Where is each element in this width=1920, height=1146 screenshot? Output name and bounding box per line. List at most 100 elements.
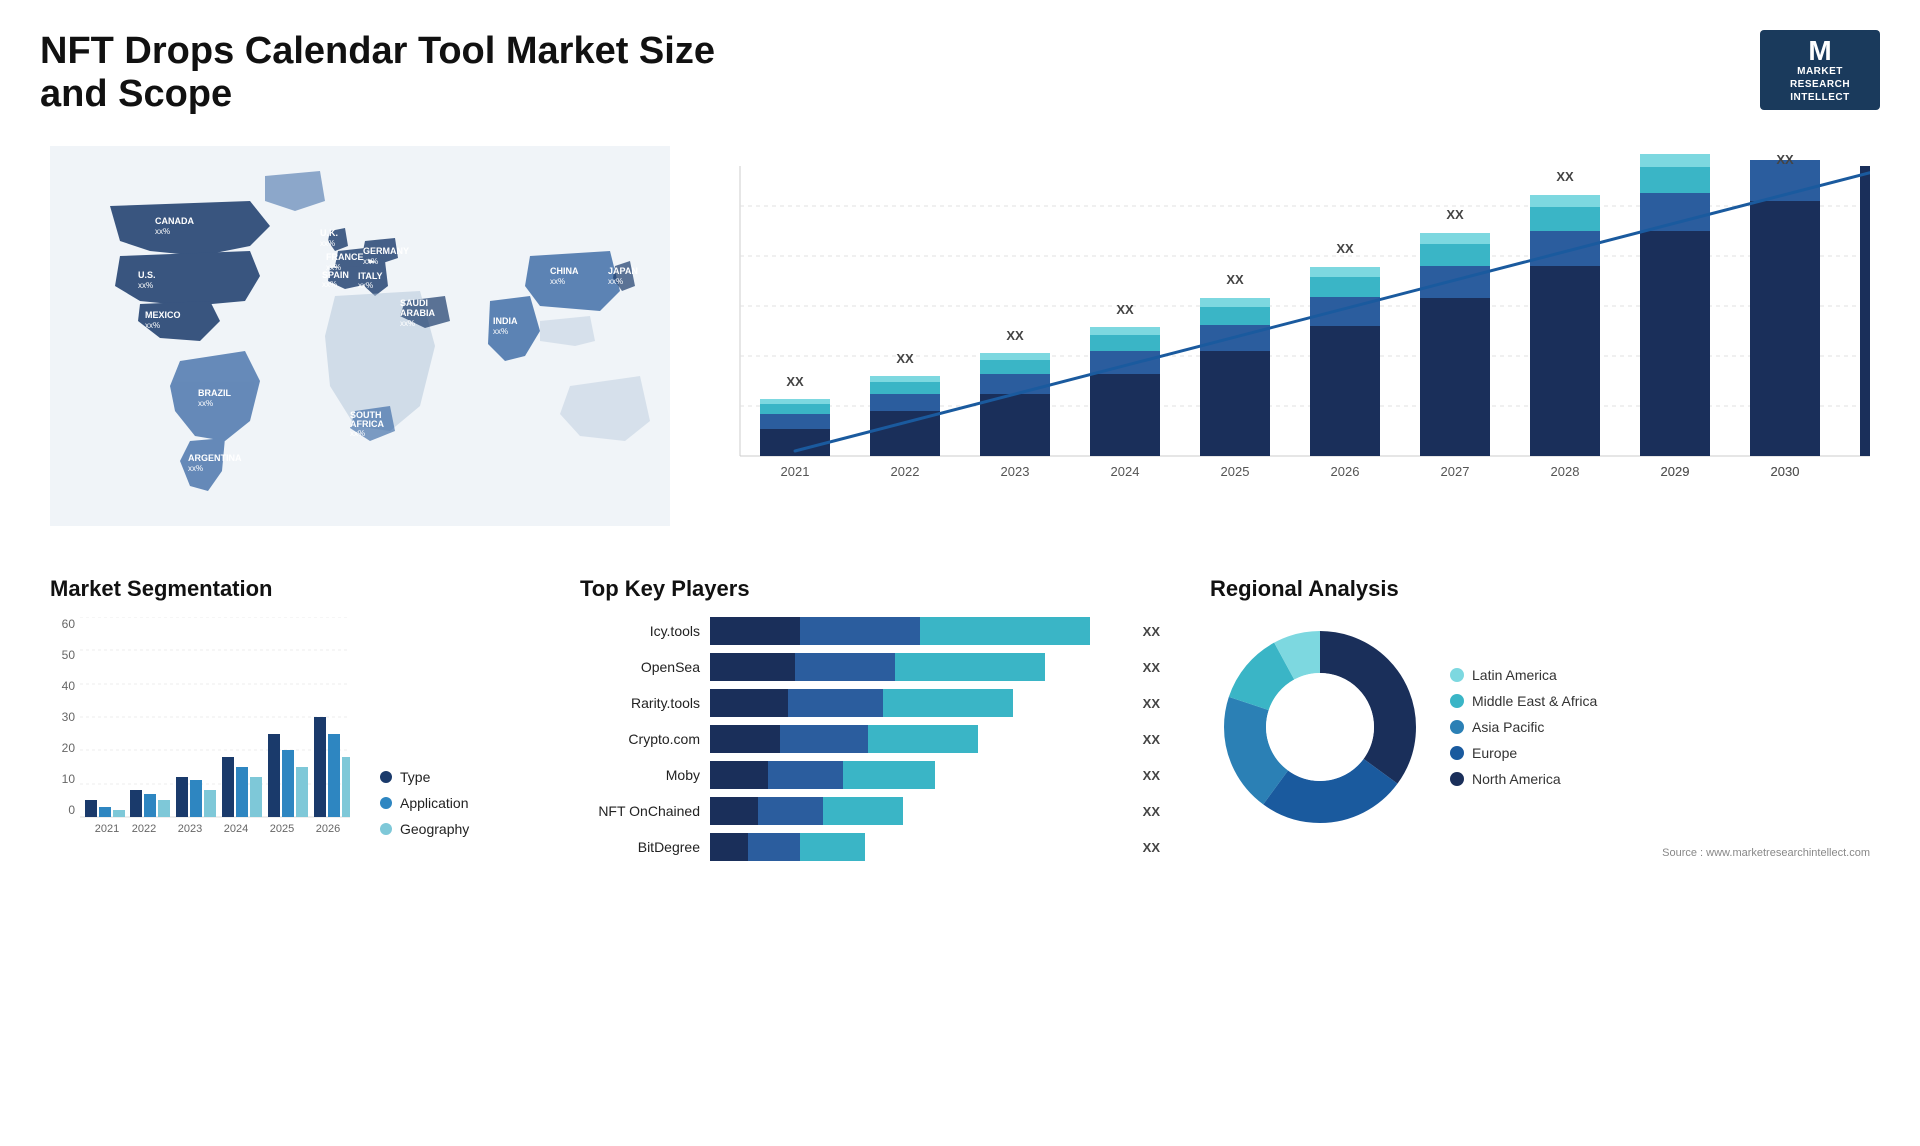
- legend-asia-pacific: Asia Pacific: [1450, 719, 1597, 735]
- svg-text:2022: 2022: [891, 464, 920, 479]
- legend-type: Type: [380, 769, 469, 785]
- y-label-60: 60: [50, 617, 75, 631]
- svg-text:2024: 2024: [1111, 464, 1140, 479]
- svg-text:XX: XX: [1116, 302, 1134, 317]
- svg-text:2025: 2025: [1221, 464, 1250, 479]
- svg-text:2029: 2029: [1661, 464, 1690, 479]
- svg-text:xx%: xx%: [198, 399, 213, 408]
- legend-latin-america: Latin America: [1450, 667, 1597, 683]
- svg-text:2028: 2028: [1551, 464, 1580, 479]
- svg-text:xx%: xx%: [145, 321, 160, 330]
- map-svg: CANADA xx% U.S. xx% MEXICO xx% BRAZIL xx…: [50, 146, 670, 526]
- player-name: NFT OnChained: [580, 803, 700, 819]
- svg-text:XX: XX: [1446, 207, 1464, 222]
- logo-letter: M: [1808, 37, 1831, 65]
- player-bar: [710, 653, 1125, 681]
- list-item: Crypto.com XX: [580, 725, 1160, 753]
- legend-application-label: Application: [400, 795, 469, 811]
- player-name: Moby: [580, 767, 700, 783]
- donut-chart-svg: [1210, 617, 1430, 837]
- svg-text:xx%: xx%: [155, 227, 170, 236]
- legend-type-label: Type: [400, 769, 430, 785]
- logo-container: M MARKETRESEARCHINTELLECT: [1760, 30, 1880, 110]
- legend-dot-application: [380, 797, 392, 809]
- bar-seg-2: [768, 761, 843, 789]
- bar-seg-1: [710, 833, 748, 861]
- bar-seg-1: [710, 725, 780, 753]
- dot-europe: [1450, 746, 1464, 760]
- svg-text:XX: XX: [896, 351, 914, 366]
- svg-text:INDIA: INDIA: [493, 316, 518, 326]
- player-xx: XX: [1143, 732, 1160, 747]
- svg-text:U.K.: U.K.: [320, 228, 338, 238]
- bar-seg-1: [710, 617, 800, 645]
- svg-text:MEXICO: MEXICO: [145, 310, 181, 320]
- map-section: CANADA xx% U.S. xx% MEXICO xx% BRAZIL xx…: [40, 136, 690, 536]
- players-section: Top Key Players Icy.tools XX OpenSea X: [570, 566, 1170, 871]
- segmentation-legend: Type Application Geography: [370, 769, 469, 837]
- page-title: NFT Drops Calendar Tool Market Size and …: [40, 30, 740, 116]
- list-item: OpenSea XX: [580, 653, 1160, 681]
- bar-seg-3: [920, 617, 1090, 645]
- svg-text:2025: 2025: [270, 823, 294, 835]
- svg-text:ARGENTINA: ARGENTINA: [188, 453, 242, 463]
- legend-europe: Europe: [1450, 745, 1597, 761]
- bar-seg-2: [780, 725, 868, 753]
- bar-seg-2: [748, 833, 800, 861]
- regional-title: Regional Analysis: [1210, 576, 1870, 602]
- world-map: CANADA xx% U.S. xx% MEXICO xx% BRAZIL xx…: [50, 146, 670, 526]
- list-item: Rarity.tools XX: [580, 689, 1160, 717]
- page-header: NFT Drops Calendar Tool Market Size and …: [40, 30, 1880, 116]
- svg-text:xx%: xx%: [320, 239, 335, 248]
- svg-text:CANADA: CANADA: [155, 216, 194, 226]
- player-bar: [710, 761, 1125, 789]
- svg-text:xx%: xx%: [322, 280, 337, 289]
- player-bar: [710, 689, 1125, 717]
- bar-seg-2: [800, 617, 920, 645]
- svg-text:XX: XX: [1226, 272, 1244, 287]
- player-name: Rarity.tools: [580, 695, 700, 711]
- svg-text:xx%: xx%: [550, 277, 565, 286]
- y-label-0: 0: [50, 803, 75, 817]
- player-xx: XX: [1143, 696, 1160, 711]
- legend-dot-type: [380, 771, 392, 783]
- legend-application: Application: [380, 795, 469, 811]
- player-bars-container: Icy.tools XX OpenSea XX Rarity.tools: [580, 617, 1160, 861]
- source-text: Source : www.marketresearchintellect.com: [1210, 847, 1870, 859]
- svg-text:2027: 2027: [1441, 464, 1470, 479]
- svg-text:2026: 2026: [316, 823, 340, 835]
- y-label-30: 30: [50, 710, 75, 724]
- bar-seg-3: [800, 833, 865, 861]
- bar-seg-3: [895, 653, 1045, 681]
- svg-text:2024: 2024: [224, 823, 248, 835]
- bar-seg-3: [883, 689, 1013, 717]
- svg-text:xx%: xx%: [400, 319, 415, 328]
- bar-seg-1: [710, 653, 795, 681]
- svg-text:U.S.: U.S.: [138, 270, 156, 280]
- regional-section: Regional Analysis: [1200, 566, 1880, 871]
- list-item: Moby XX: [580, 761, 1160, 789]
- svg-text:GERMANY: GERMANY: [363, 246, 409, 256]
- svg-text:2021: 2021: [781, 464, 810, 479]
- regional-legend: Latin America Middle East & Africa Asia …: [1450, 667, 1597, 787]
- y-label-10: 10: [50, 772, 75, 786]
- svg-text:xx%: xx%: [358, 281, 373, 290]
- player-xx: XX: [1143, 624, 1160, 639]
- player-bar: [710, 797, 1125, 825]
- svg-text:xx%: xx%: [608, 277, 623, 286]
- svg-text:2022: 2022: [132, 823, 156, 835]
- bar-seg-3: [868, 725, 978, 753]
- player-xx: XX: [1143, 768, 1160, 783]
- bar-seg-3: [823, 797, 903, 825]
- bar-seg-1: [710, 797, 758, 825]
- player-name: BitDegree: [580, 839, 700, 855]
- player-bar: [710, 725, 1125, 753]
- player-bar: [710, 833, 1125, 861]
- svg-text:AFRICA: AFRICA: [350, 419, 384, 429]
- label-europe: Europe: [1472, 745, 1517, 761]
- label-north-america: North America: [1472, 771, 1561, 787]
- bar-seg-3: [843, 761, 935, 789]
- y-label-50: 50: [50, 648, 75, 662]
- svg-text:XX: XX: [1776, 152, 1794, 167]
- bar-seg-2: [795, 653, 895, 681]
